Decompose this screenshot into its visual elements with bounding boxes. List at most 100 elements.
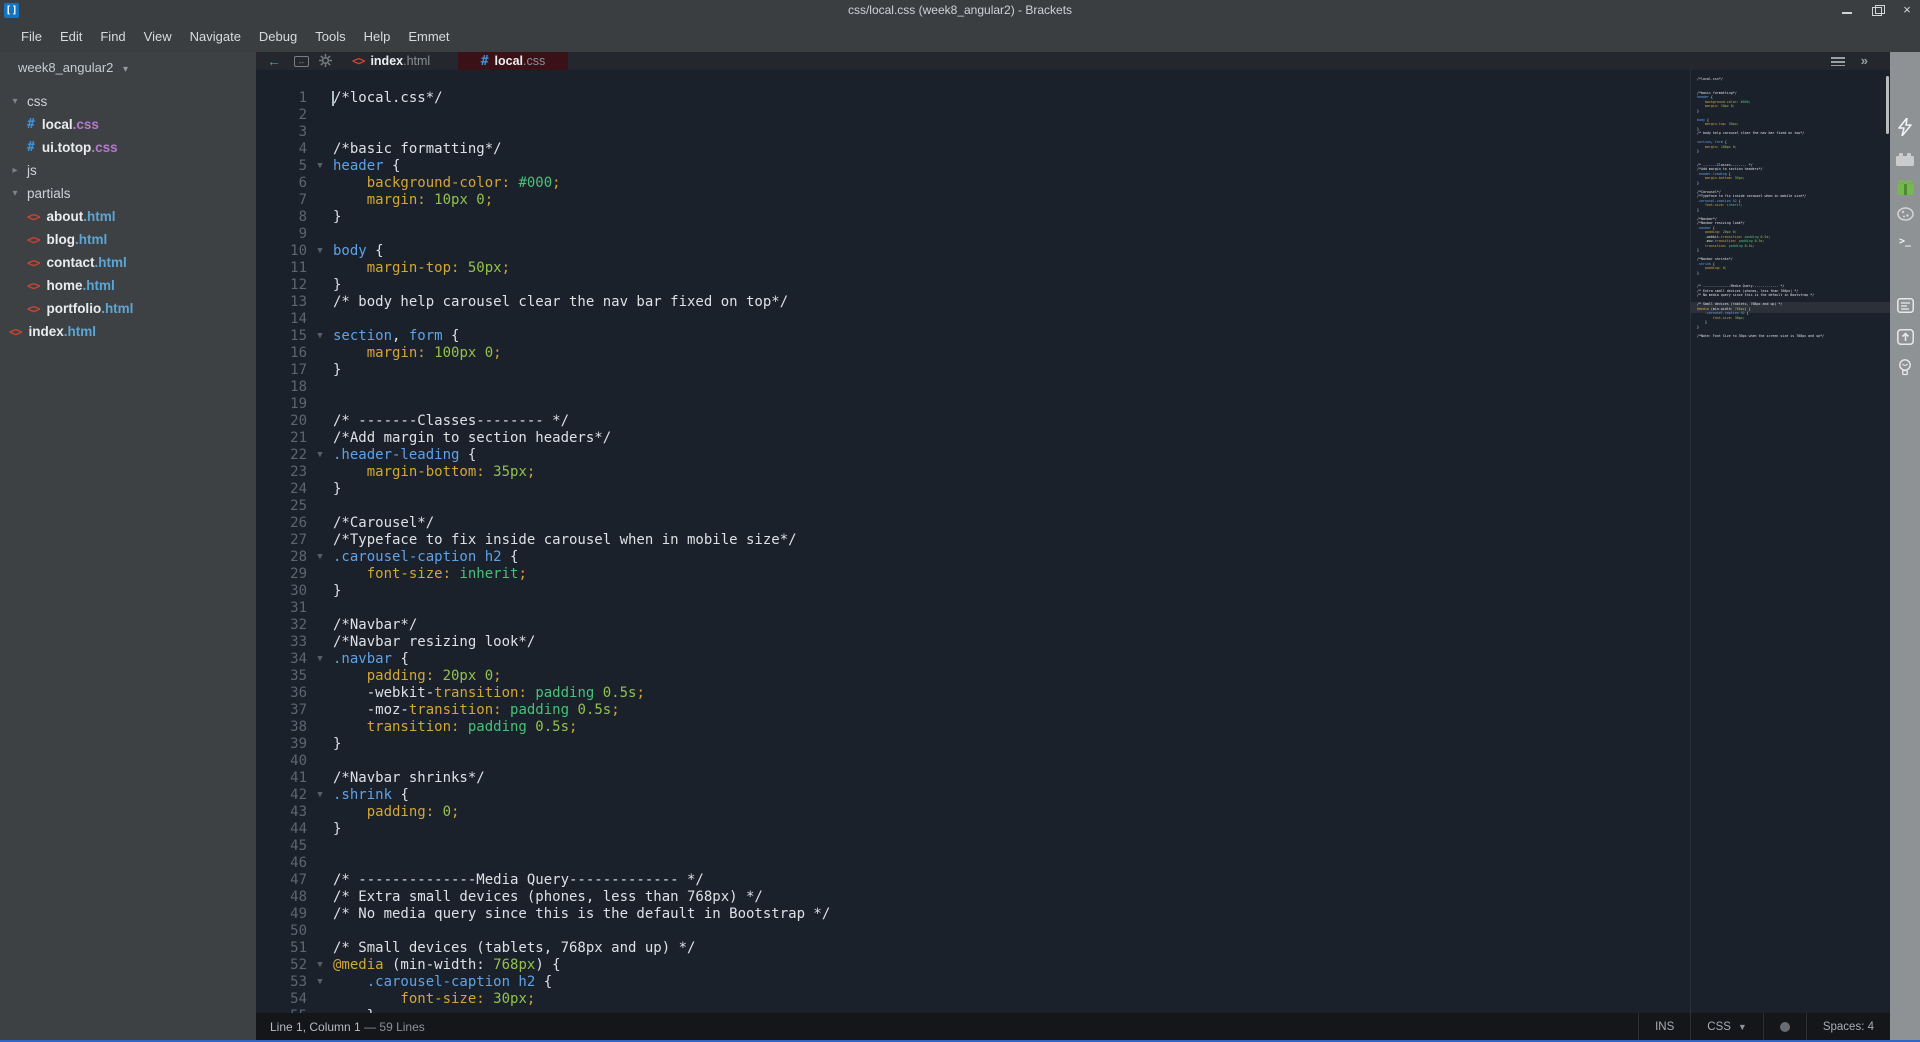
fold-gutter[interactable] [307, 498, 333, 515]
fold-gutter[interactable] [307, 906, 333, 923]
fold-gutter[interactable] [307, 277, 333, 294]
tree-file-index-html[interactable]: <> index .html [0, 320, 256, 343]
fold-gutter[interactable] [307, 141, 333, 158]
fold-gutter[interactable] [307, 464, 333, 481]
tree-folder-partials[interactable]: ▾ partials [0, 182, 256, 205]
fold-gutter[interactable] [307, 413, 333, 430]
upload-icon[interactable] [1890, 326, 1920, 348]
fold-gutter[interactable] [307, 685, 333, 702]
menu-item-edit[interactable]: Edit [51, 25, 91, 48]
menu-item-tools[interactable]: Tools [306, 25, 354, 48]
tree-file-local-css[interactable]: # local .css [0, 113, 256, 136]
tab-local-css[interactable]: # local .css [458, 52, 568, 70]
navigate-back-icon[interactable]: ← [267, 52, 281, 70]
fold-gutter[interactable] [307, 804, 333, 821]
tab-overflow-chevrons-icon[interactable]: » [1861, 52, 1868, 70]
notes-icon[interactable] [1890, 294, 1920, 316]
minimize-button[interactable] [1840, 4, 1854, 16]
fold-gutter[interactable] [307, 753, 333, 770]
fold-gutter[interactable] [307, 345, 333, 362]
fold-gutter[interactable] [307, 600, 333, 617]
fold-triangle-icon[interactable]: ▼ [307, 243, 333, 260]
fold-gutter[interactable] [307, 396, 333, 413]
cookie-icon[interactable] [1890, 203, 1920, 225]
chevron-right-icon[interactable]: ▸ [10, 165, 20, 176]
fold-gutter[interactable] [307, 702, 333, 719]
fold-gutter[interactable] [307, 719, 333, 736]
fold-gutter[interactable] [307, 583, 333, 600]
fold-gutter[interactable] [307, 872, 333, 889]
fold-gutter[interactable] [307, 770, 333, 787]
fold-triangle-icon[interactable]: ▼ [307, 957, 333, 974]
fold-gutter[interactable] [307, 821, 333, 838]
fold-gutter[interactable] [307, 923, 333, 940]
working-files-list-icon[interactable] [1831, 57, 1845, 66]
menu-item-file[interactable]: File [12, 25, 51, 48]
tree-file-about-html[interactable]: <> about .html [0, 205, 256, 228]
fold-gutter[interactable] [307, 855, 333, 872]
code-editor[interactable]: 1/*local.css*/2 3 4/*basic formatting*/5 ▼ h… [256, 70, 1890, 1013]
fold-gutter[interactable] [307, 617, 333, 634]
indentation-setting[interactable]: Spaces: 4 [1805, 1013, 1890, 1040]
fold-gutter[interactable] [307, 430, 333, 447]
fold-gutter[interactable] [307, 124, 333, 141]
fold-gutter[interactable] [307, 481, 333, 498]
fold-gutter[interactable] [307, 107, 333, 124]
menu-item-navigate[interactable]: Navigate [181, 25, 250, 48]
project-dropdown[interactable]: week8_angular2 ▾ [0, 52, 256, 78]
fold-gutter[interactable] [307, 294, 333, 311]
lightbulb-icon[interactable] [1890, 356, 1920, 378]
restore-button[interactable] [1870, 4, 1885, 16]
live-preview-lightning-icon[interactable] [1890, 116, 1920, 138]
fold-triangle-icon[interactable]: ▼ [307, 787, 333, 804]
chevron-down-icon[interactable]: ▾ [10, 188, 20, 199]
fold-gutter[interactable] [307, 379, 333, 396]
fold-gutter[interactable] [307, 175, 333, 192]
extension-brick-icon[interactable] [1890, 148, 1920, 170]
fold-gutter[interactable] [307, 362, 333, 379]
fold-gutter[interactable] [307, 226, 333, 243]
fold-triangle-icon[interactable]: ▼ [307, 447, 333, 464]
tab-index-html[interactable]: <> index .html [352, 52, 430, 70]
fold-triangle-icon[interactable]: ▼ [307, 158, 333, 175]
tree-folder-js[interactable]: ▸ js [0, 159, 256, 182]
fold-gutter[interactable] [307, 515, 333, 532]
tree-file-blog-html[interactable]: <> blog .html [0, 228, 256, 251]
fold-gutter[interactable] [307, 311, 333, 328]
insert-mode-indicator[interactable]: INS [1638, 1013, 1690, 1040]
fold-gutter[interactable] [307, 532, 333, 549]
fold-gutter[interactable] [307, 260, 333, 277]
menu-item-view[interactable]: View [135, 25, 181, 48]
menu-item-emmet[interactable]: Emmet [399, 25, 458, 48]
split-view-icon[interactable]: ↔ [294, 56, 309, 67]
editor-scrollbar[interactable] [1886, 76, 1889, 134]
fold-gutter[interactable] [307, 991, 333, 1008]
close-button[interactable]: × [1900, 3, 1914, 16]
tree-folder-css[interactable]: ▾ css [0, 90, 256, 113]
fold-triangle-icon[interactable]: ▼ [307, 328, 333, 345]
tree-file-home-html[interactable]: <> home .html [0, 274, 256, 297]
fold-gutter[interactable] [307, 838, 333, 855]
tree-file-portfolio-html[interactable]: <> portfolio .html [0, 297, 256, 320]
fold-gutter[interactable] [307, 634, 333, 651]
language-mode-dropdown[interactable]: CSS ▼ [1690, 1013, 1763, 1040]
fold-gutter[interactable] [307, 192, 333, 209]
fold-triangle-icon[interactable]: ▼ [307, 974, 333, 991]
menu-item-help[interactable]: Help [355, 25, 400, 48]
terminal-icon[interactable]: >_ [1890, 231, 1920, 253]
chevron-down-icon[interactable]: ▾ [10, 96, 20, 107]
fold-gutter[interactable] [307, 940, 333, 957]
menu-item-debug[interactable]: Debug [250, 25, 306, 48]
lint-status-indicator[interactable] [1762, 1013, 1806, 1040]
fold-triangle-icon[interactable]: ▼ [307, 549, 333, 566]
menu-item-find[interactable]: Find [91, 25, 134, 48]
extension-gift-icon[interactable] [1890, 176, 1920, 198]
fold-gutter[interactable] [307, 566, 333, 583]
fold-gutter[interactable] [307, 209, 333, 226]
fold-gutter[interactable] [307, 90, 333, 107]
tree-file-ui.totop-css[interactable]: # ui.totop .css [0, 136, 256, 159]
minimap-panel[interactable]: /*local.css*/ /*basic formatting*/header… [1690, 70, 1891, 1013]
fold-gutter[interactable] [307, 736, 333, 753]
fold-gutter[interactable] [307, 668, 333, 685]
fold-triangle-icon[interactable]: ▼ [307, 651, 333, 668]
